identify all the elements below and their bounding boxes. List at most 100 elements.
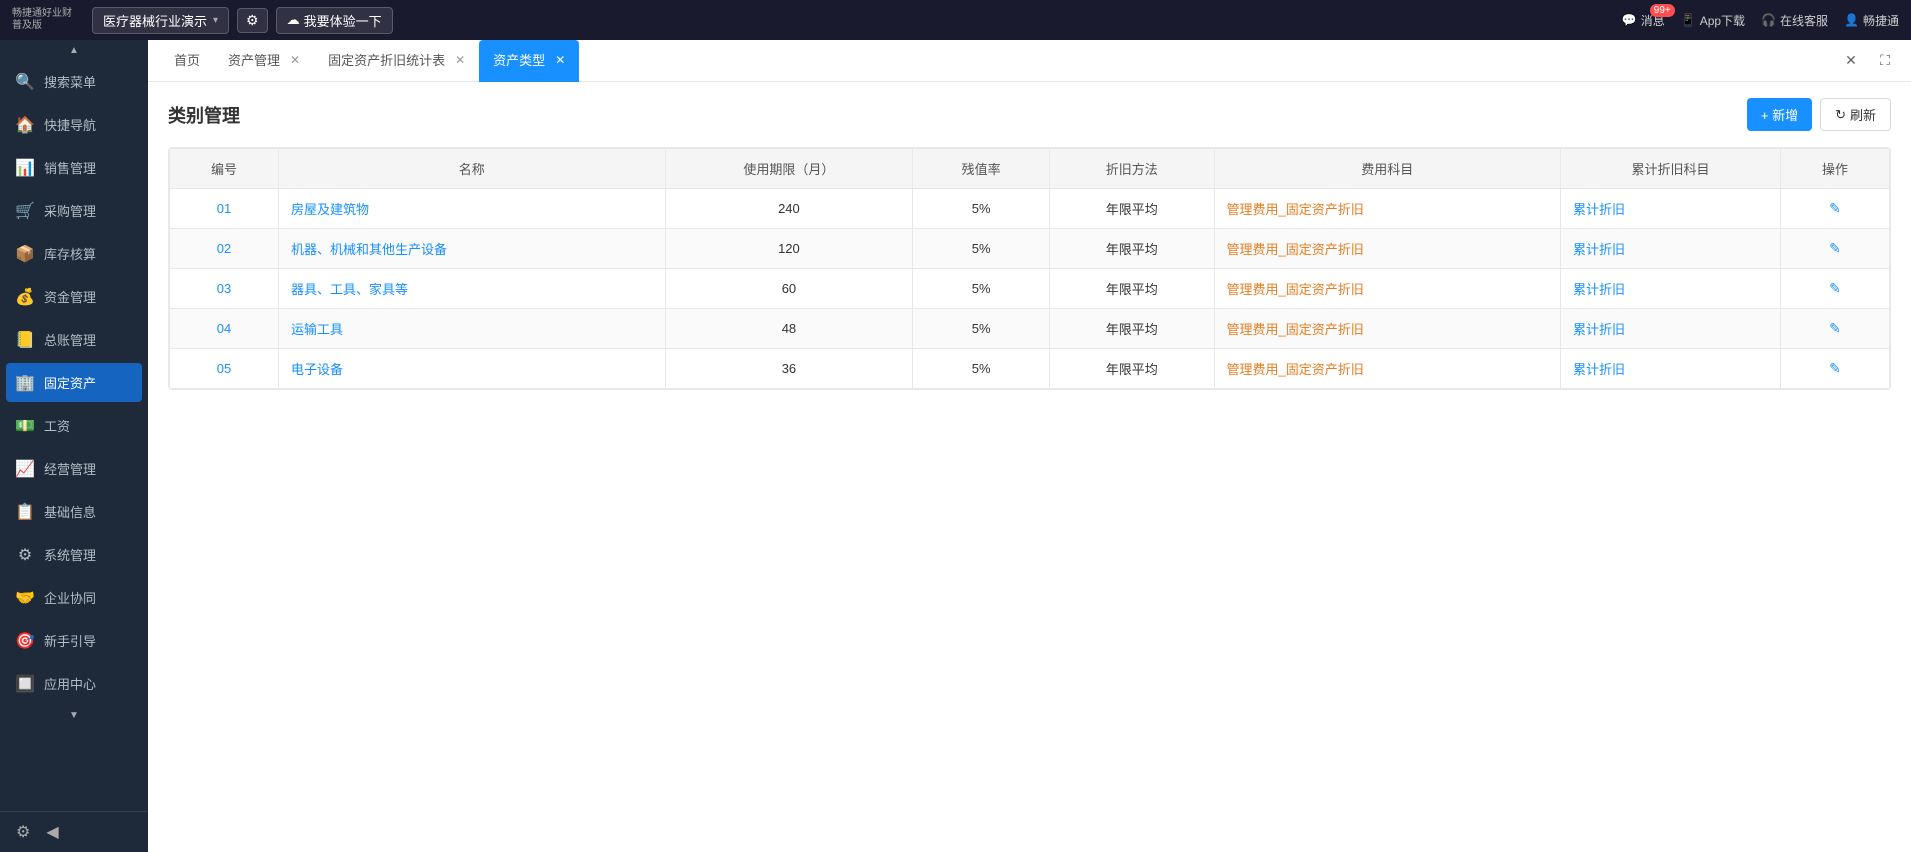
sidebar-label-basic-info: 基础信息 xyxy=(44,502,96,521)
sidebar-item-payroll[interactable]: 💵 工资 xyxy=(0,404,148,447)
tab-asset-mgmt-close[interactable]: ✕ xyxy=(290,53,300,67)
tab-home[interactable]: 首页 xyxy=(160,40,214,82)
ledger-icon: 📒 xyxy=(16,331,34,349)
experience-button[interactable]: ☁ 我要体验一下 xyxy=(276,7,393,34)
sidebar-label-ledger: 总账管理 xyxy=(44,330,96,349)
sidebar-item-collab[interactable]: 🤝 企业协同 xyxy=(0,576,148,619)
tab-asset-type-close[interactable]: ✕ xyxy=(555,53,565,67)
sidebar-label-sales: 销售管理 xyxy=(44,158,96,177)
messages-button[interactable]: 💬 消息 99+ xyxy=(1622,12,1665,29)
col-header-id: 编号 xyxy=(170,149,279,189)
cell-id: 01 xyxy=(170,189,279,229)
industry-selector[interactable]: 医疗器械行业演示 ▾ xyxy=(92,7,229,34)
sidebar-label-guide: 新手引导 xyxy=(44,631,96,650)
tab-asset-type[interactable]: 资产类型 ✕ xyxy=(479,40,579,82)
sidebar-item-fixed-assets[interactable]: 🏢 固定资产 xyxy=(6,363,142,402)
app-download-button[interactable]: 📱 App下载 xyxy=(1681,12,1745,29)
cell-action[interactable]: ✎ xyxy=(1781,269,1890,309)
cell-name: 运输工具 xyxy=(278,309,665,349)
table-header: 编号 名称 使用期限（月） 残值率 折旧方法 费用科目 累计折旧科目 操作 xyxy=(170,149,1890,189)
cell-accum: 累计折旧 xyxy=(1561,269,1781,309)
capital-icon: 💰 xyxy=(16,288,34,306)
col-header-expense: 费用科目 xyxy=(1214,149,1560,189)
table-row: 04 运输工具 48 5% 年限平均 管理费用_固定资产折旧 累计折旧 ✎ xyxy=(170,309,1890,349)
app-logo-area: 畅捷通好业财 普及版 xyxy=(12,8,72,32)
cell-id: 03 xyxy=(170,269,279,309)
message-icon: 💬 xyxy=(1622,13,1637,27)
table-row: 02 机器、机械和其他生产设备 120 5% 年限平均 管理费用_固定资产折旧 … xyxy=(170,229,1890,269)
cell-name: 房屋及建筑物 xyxy=(278,189,665,229)
sidebar-item-sales[interactable]: 📊 销售管理 xyxy=(0,146,148,189)
settings-icon[interactable]: ⚙ xyxy=(16,822,30,842)
sidebar-label-payroll: 工资 xyxy=(44,416,70,435)
headset-icon: 🎧 xyxy=(1761,13,1776,27)
payroll-icon: 💵 xyxy=(16,417,34,435)
app-edition: 普及版 xyxy=(12,20,72,32)
tab-depreciation-report[interactable]: 固定资产折旧统计表 ✕ xyxy=(314,40,479,82)
sidebar-label-app-center: 应用中心 xyxy=(44,674,96,693)
gear-button[interactable]: ⚙ xyxy=(237,8,268,33)
cell-id: 05 xyxy=(170,349,279,389)
add-button[interactable]: + 新增 xyxy=(1747,98,1812,131)
content-area: 首页 资产管理 ✕ 固定资产折旧统计表 ✕ 资产类型 ✕ ✕ ⛶ 类 xyxy=(148,40,1911,852)
tab-depreciation-report-label: 固定资产折旧统计表 xyxy=(328,50,445,69)
refresh-button[interactable]: ↻ 刷新 xyxy=(1820,98,1891,131)
col-header-accum: 累计折旧科目 xyxy=(1561,149,1781,189)
sidebar-scroll-up[interactable]: ▲ xyxy=(0,40,148,60)
customer-service-button[interactable]: 🎧 在线客服 xyxy=(1761,12,1828,29)
page-content: 类别管理 + 新增 ↻ 刷新 编号 名称 使用期限（月） xyxy=(148,82,1911,852)
sidebar-item-operations[interactable]: 📈 经营管理 xyxy=(0,447,148,490)
cell-expense: 管理费用_固定资产折旧 xyxy=(1214,269,1560,309)
cell-method: 年限平均 xyxy=(1050,229,1214,269)
guide-icon: 🎯 xyxy=(16,632,34,650)
table-row: 01 房屋及建筑物 240 5% 年限平均 管理费用_固定资产折旧 累计折旧 ✎ xyxy=(170,189,1890,229)
sidebar-scroll-down[interactable]: ▼ xyxy=(0,705,148,725)
page-title: 类别管理 xyxy=(168,102,240,128)
expand-window-button[interactable]: ⛶ xyxy=(1871,47,1899,75)
col-header-residual: 残值率 xyxy=(913,149,1050,189)
industry-label: 医疗器械行业演示 xyxy=(103,11,207,30)
collapse-icon[interactable]: ◀ xyxy=(46,822,58,842)
sidebar-label-quick-nav: 快捷导航 xyxy=(44,115,96,134)
cell-residual: 5% xyxy=(913,309,1050,349)
sidebar-item-basic-info[interactable]: 📋 基础信息 xyxy=(0,490,148,533)
sidebar-item-purchase[interactable]: 🛒 采购管理 xyxy=(0,189,148,232)
sidebar-item-app-center[interactable]: 🔲 应用中心 xyxy=(0,662,148,705)
edit-icon[interactable]: ✎ xyxy=(1829,360,1841,376)
sidebar-item-system[interactable]: ⚙ 系统管理 xyxy=(0,533,148,576)
user-profile-button[interactable]: 👤 畅捷通 xyxy=(1844,12,1899,29)
edit-icon[interactable]: ✎ xyxy=(1829,320,1841,336)
sidebar-item-capital[interactable]: 💰 资金管理 xyxy=(0,275,148,318)
purchase-icon: 🛒 xyxy=(16,202,34,220)
system-icon: ⚙ xyxy=(16,546,34,564)
cell-id: 04 xyxy=(170,309,279,349)
sidebar-label-purchase: 采购管理 xyxy=(44,201,96,220)
sidebar-item-quick-nav[interactable]: 🏠 快捷导航 xyxy=(0,103,148,146)
edit-icon[interactable]: ✎ xyxy=(1829,280,1841,296)
table-body: 01 房屋及建筑物 240 5% 年限平均 管理费用_固定资产折旧 累计折旧 ✎… xyxy=(170,189,1890,389)
edit-icon[interactable]: ✎ xyxy=(1829,240,1841,256)
operations-icon: 📈 xyxy=(16,460,34,478)
cell-action[interactable]: ✎ xyxy=(1781,309,1890,349)
cell-residual: 5% xyxy=(913,189,1050,229)
sidebar-item-guide[interactable]: 🎯 新手引导 xyxy=(0,619,148,662)
cell-action[interactable]: ✎ xyxy=(1781,229,1890,269)
cell-period: 120 xyxy=(665,229,913,269)
sidebar-item-ledger[interactable]: 📒 总账管理 xyxy=(0,318,148,361)
edit-icon[interactable]: ✎ xyxy=(1829,200,1841,216)
sidebar-item-search-menu[interactable]: 🔍 搜索菜单 xyxy=(0,60,148,103)
cell-period: 240 xyxy=(665,189,913,229)
tab-asset-mgmt[interactable]: 资产管理 ✕ xyxy=(214,40,314,82)
close-window-button[interactable]: ✕ xyxy=(1837,47,1865,75)
table-container: 编号 名称 使用期限（月） 残值率 折旧方法 费用科目 累计折旧科目 操作 01… xyxy=(168,147,1891,390)
sidebar-item-inventory[interactable]: 📦 库存核算 xyxy=(0,232,148,275)
cell-action[interactable]: ✎ xyxy=(1781,189,1890,229)
inventory-icon: 📦 xyxy=(16,245,34,263)
tab-bar: 首页 资产管理 ✕ 固定资产折旧统计表 ✕ 资产类型 ✕ ✕ ⛶ xyxy=(148,40,1911,82)
main-layout: ▲ 🔍 搜索菜单 🏠 快捷导航 📊 销售管理 🛒 采购管理 📦 库存核算 💰 资… xyxy=(0,40,1911,852)
cell-period: 60 xyxy=(665,269,913,309)
tab-depreciation-report-close[interactable]: ✕ xyxy=(455,53,465,67)
tab-bar-actions: ✕ ⛶ xyxy=(1837,47,1899,75)
cell-action[interactable]: ✎ xyxy=(1781,349,1890,389)
experience-label: 我要体验一下 xyxy=(304,11,382,30)
